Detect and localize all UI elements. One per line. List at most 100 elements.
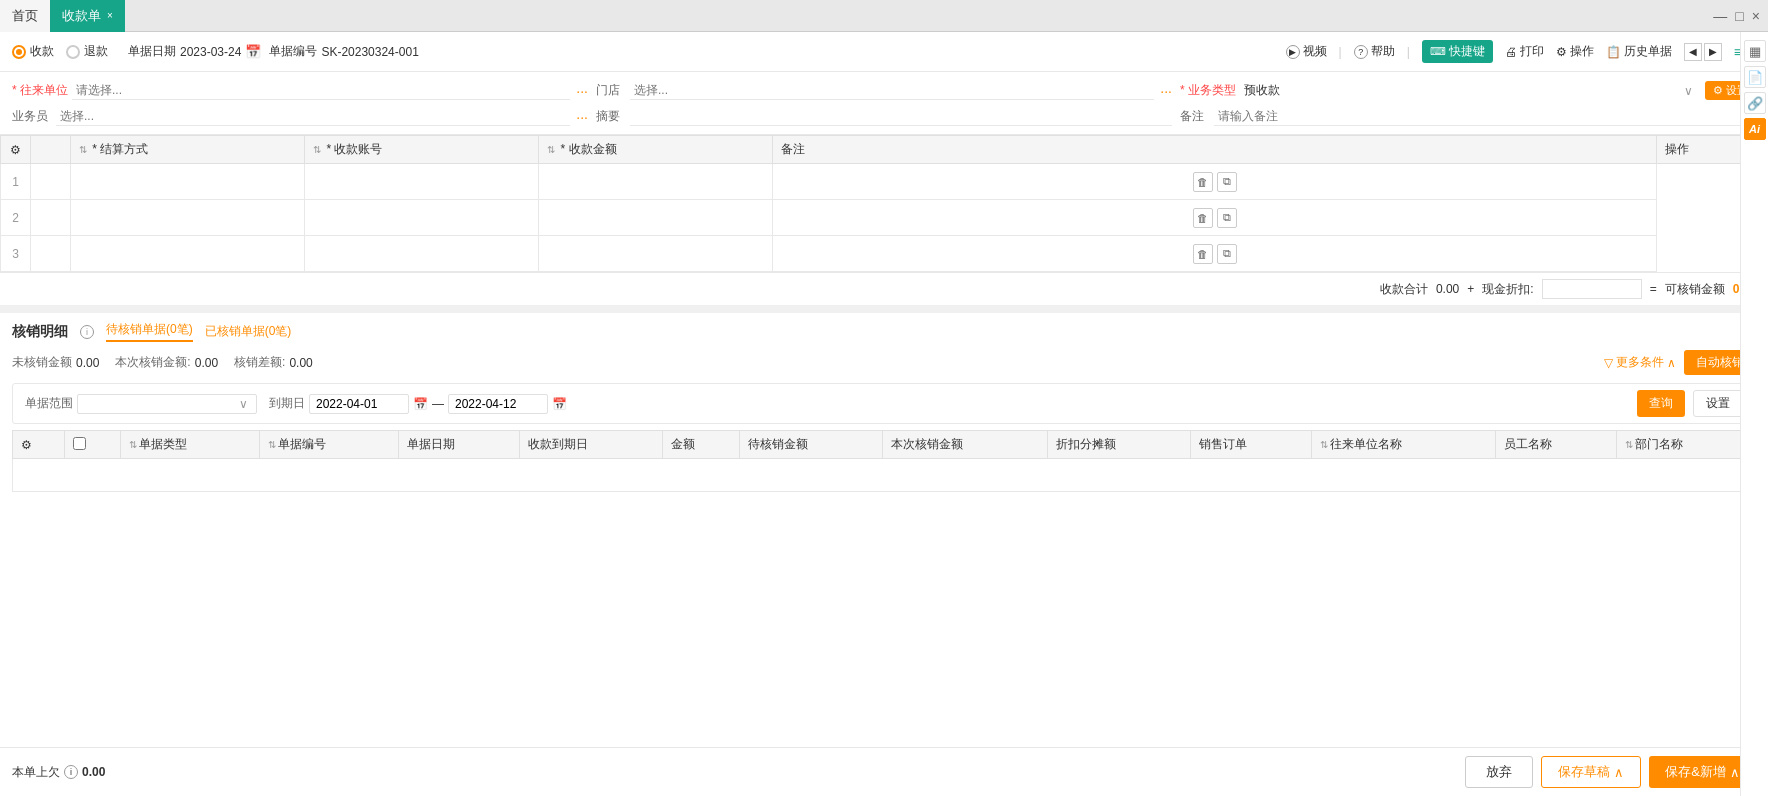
range-label: 单据范围 — [25, 395, 73, 412]
shortcut-btn[interactable]: ⌨ 快捷键 — [1422, 40, 1493, 63]
form-row-1: * 往来单位 ··· 门店 ··· * 业务类型 预收款 ∨ ⚙ 设置 — [12, 80, 1756, 101]
delete-row-3-btn[interactable]: 🗑 — [1193, 244, 1213, 264]
date-from-input[interactable] — [309, 394, 409, 414]
cell-amount-3[interactable] — [305, 236, 539, 272]
biz-type-value: 预收款 — [1240, 80, 1680, 101]
more-conditions-btn[interactable]: ▽ 更多条件 ∧ — [1604, 354, 1676, 371]
summary-input[interactable] — [630, 107, 1172, 126]
operation-btn[interactable]: ⚙ 操作 — [1556, 43, 1594, 60]
cell-settle-3[interactable] — [31, 236, 71, 272]
video-btn[interactable]: ▶ 视频 — [1286, 43, 1327, 60]
remark-field: 备注 — [1180, 107, 1756, 126]
counterpart-more-icon[interactable]: ··· — [576, 83, 588, 99]
cell-op-3: 🗑 ⧉ — [773, 236, 1657, 272]
filter-icon: ▽ — [1604, 356, 1613, 370]
tab-close-icon[interactable]: × — [107, 10, 113, 21]
help-btn[interactable]: ? 帮助 — [1354, 43, 1395, 60]
delete-row-2-btn[interactable]: 🗑 — [1193, 208, 1213, 228]
tab-home[interactable]: 首页 — [0, 0, 50, 32]
cell-account-1[interactable] — [71, 164, 305, 200]
print-btn[interactable]: 🖨 打印 — [1505, 43, 1544, 60]
minimize-icon[interactable]: — — [1713, 8, 1727, 24]
tab-receipt-label: 收款单 — [62, 7, 101, 25]
tab-receipt[interactable]: 收款单 × — [50, 0, 125, 32]
range-select[interactable]: ∨ — [77, 394, 257, 414]
calendar-to-icon[interactable]: 📅 — [552, 397, 567, 411]
copy-row-3-btn[interactable]: ⧉ — [1217, 244, 1237, 264]
staff-input[interactable] — [56, 107, 570, 126]
th-gear[interactable]: ⚙ — [1, 136, 31, 164]
cell-remark-2[interactable] — [539, 200, 773, 236]
shortcut-label: 快捷键 — [1449, 43, 1485, 60]
form-row-2: 业务员 ··· 摘要 备注 — [12, 107, 1756, 126]
section-divider — [0, 305, 1768, 313]
cell-settle-1[interactable] — [31, 164, 71, 200]
hexiao-tab-pending[interactable]: 待核销单据(0笔) — [106, 321, 193, 342]
staff-more-icon[interactable]: ··· — [576, 109, 588, 125]
bth-checkbox[interactable] — [65, 431, 121, 459]
select-all-checkbox[interactable] — [73, 437, 86, 450]
remark-input[interactable] — [1214, 107, 1756, 126]
sort-icon-2: ⇅ — [313, 144, 321, 155]
save-new-label: 保存&新增 — [1665, 763, 1726, 781]
copy-row-1-btn[interactable]: ⧉ — [1217, 172, 1237, 192]
bill-no-label: 单据编号 — [269, 43, 317, 60]
calendar-icon[interactable]: 📅 — [245, 44, 261, 59]
cell-account-3[interactable] — [71, 236, 305, 272]
store-input[interactable] — [630, 81, 1154, 100]
sep2: | — [1407, 45, 1410, 59]
footer-info-icon[interactable]: i — [64, 765, 78, 779]
counterpart-input[interactable] — [72, 81, 570, 100]
date-to-input[interactable] — [448, 394, 548, 414]
query-btn[interactable]: 查询 — [1637, 390, 1685, 417]
th-row-num — [31, 136, 71, 164]
calendar-from-icon[interactable]: 📅 — [413, 397, 428, 411]
table-row: 2 🗑 ⧉ — [1, 200, 1768, 236]
save-new-chevron: ∧ — [1730, 765, 1740, 780]
bth-gear[interactable]: ⚙ — [13, 431, 65, 459]
history-btn[interactable]: 📋 历史单据 — [1606, 43, 1672, 60]
radio-receive-label: 收款 — [30, 43, 54, 60]
hexiao-info-icon[interactable]: i — [80, 325, 94, 339]
tab-bar: 首页 收款单 × — □ × — [0, 0, 1768, 32]
cell-settle-2[interactable] — [31, 200, 71, 236]
diff-value: 0.00 — [289, 356, 312, 370]
bth-staff: 员工名称 — [1495, 431, 1616, 459]
bth-dept: ⇅部门名称 — [1616, 431, 1755, 459]
maximize-icon[interactable]: □ — [1735, 8, 1743, 24]
hexiao-tab-done[interactable]: 已核销单据(0笔) — [205, 323, 292, 340]
sidebar-link-icon[interactable]: 🔗 — [1744, 92, 1766, 114]
sidebar-ai-icon[interactable]: Ai — [1744, 118, 1766, 140]
print-label: 打印 — [1520, 43, 1544, 60]
delete-row-1-btn[interactable]: 🗑 — [1193, 172, 1213, 192]
staff-label: 业务员 — [12, 108, 52, 125]
chevron-up-icon: ∧ — [1667, 356, 1676, 370]
help-icon: ? — [1354, 45, 1368, 59]
copy-row-2-btn[interactable]: ⧉ — [1217, 208, 1237, 228]
store-more-icon[interactable]: ··· — [1160, 83, 1172, 99]
current-label: 本次核销金额: — [115, 354, 190, 371]
radio-refund[interactable]: 退款 — [66, 43, 108, 60]
cell-account-2[interactable] — [71, 200, 305, 236]
save-draft-btn[interactable]: 保存草稿 ∧ — [1541, 756, 1641, 788]
close-icon[interactable]: × — [1752, 8, 1760, 24]
cell-amount-1[interactable] — [305, 164, 539, 200]
sidebar-table-icon[interactable]: ▦ — [1744, 40, 1766, 62]
sidebar-doc-icon[interactable]: 📄 — [1744, 66, 1766, 88]
radio-group: 收款 退款 — [12, 43, 108, 60]
th-account-no: ⇅ * 收款账号 — [305, 136, 539, 164]
due-date-label: 到期日 — [269, 395, 305, 412]
equals-sign: = — [1650, 282, 1657, 296]
cell-amount-2[interactable] — [305, 200, 539, 236]
radio-receive[interactable]: 收款 — [12, 43, 54, 60]
cell-remark-3[interactable] — [539, 236, 773, 272]
unverified-stat: 未核销金额 0.00 — [12, 354, 99, 371]
bth-pending-amount: 待核销金额 — [739, 431, 882, 459]
abandon-btn[interactable]: 放弃 — [1465, 756, 1533, 788]
discount-input[interactable] — [1542, 279, 1642, 299]
nav-prev-btn[interactable]: ◀ — [1684, 43, 1702, 61]
cell-remark-1[interactable] — [539, 164, 773, 200]
nav-next-btn[interactable]: ▶ — [1704, 43, 1722, 61]
filter-settings-btn[interactable]: 设置 — [1693, 390, 1743, 417]
biz-type-chevron[interactable]: ∨ — [1684, 84, 1693, 98]
